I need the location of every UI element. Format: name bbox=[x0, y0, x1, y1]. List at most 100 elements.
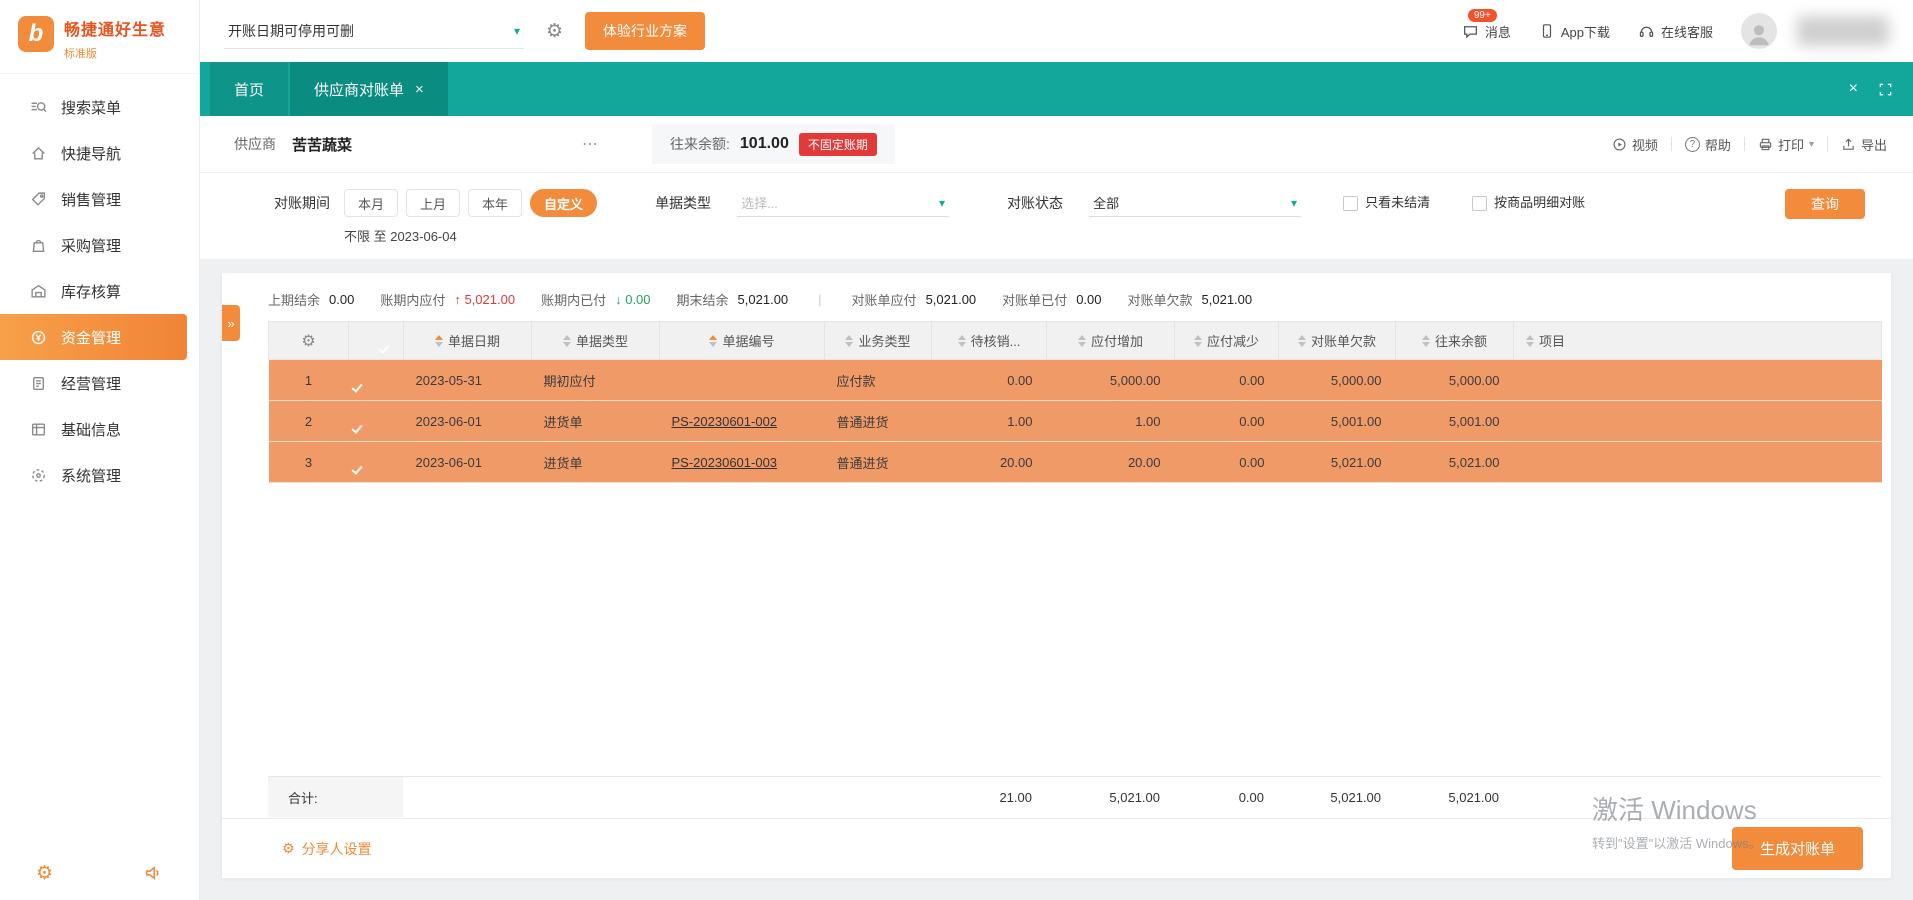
col-doc-type[interactable]: 单据类型 bbox=[531, 321, 660, 360]
coin-icon bbox=[30, 328, 48, 346]
period-this-month-button[interactable]: 本月 bbox=[344, 189, 399, 217]
close-icon[interactable]: × bbox=[1849, 80, 1858, 98]
column-settings-icon[interactable]: ⚙ bbox=[301, 333, 315, 350]
tab-home[interactable]: 首页 bbox=[210, 62, 289, 116]
app-download-label: App下载 bbox=[1560, 24, 1610, 40]
col-doc-date[interactable]: 单据日期 bbox=[403, 321, 532, 360]
experience-plan-button[interactable]: 体验行业方案 bbox=[585, 12, 706, 50]
sort-icon[interactable] bbox=[1526, 334, 1534, 347]
period-range-text[interactable]: 不限 至 2023-06-04 bbox=[344, 226, 597, 245]
settings-gear-icon[interactable]: ⚙ bbox=[36, 862, 53, 885]
col-decrease[interactable]: 应付减少 bbox=[1174, 321, 1279, 360]
close-tab-icon[interactable]: × bbox=[415, 81, 424, 98]
expand-panel-button[interactable]: » bbox=[222, 305, 240, 341]
col-owed[interactable]: 对账单欠款 bbox=[1278, 321, 1396, 360]
doc-number-link[interactable]: PS-20230601-003 bbox=[672, 455, 778, 470]
export-button[interactable]: 导出 bbox=[1841, 135, 1887, 154]
tab-supplier-statement-label: 供应商对账单 bbox=[314, 81, 405, 99]
search-button[interactable]: 查询 bbox=[1785, 189, 1865, 219]
tab-supplier-statement[interactable]: 供应商对账单 × bbox=[290, 62, 448, 116]
video-link[interactable]: 视频 bbox=[1612, 135, 1658, 154]
table-row[interactable]: 1 2023-05-31 期初应付 应付款 0.00 5,000.00 0.00… bbox=[268, 359, 1882, 401]
opening-balance-value: 0.00 bbox=[329, 292, 355, 307]
status-select[interactable]: 全部 ▾ bbox=[1089, 189, 1302, 217]
unsettled-label: 只看未结清 bbox=[1365, 195, 1431, 210]
generate-statement-button[interactable]: 生成对账单 bbox=[1731, 827, 1863, 870]
document-icon bbox=[30, 374, 48, 392]
sidebar-item-inventory[interactable]: 库存核算 bbox=[0, 268, 199, 314]
app-download-button[interactable]: App下载 bbox=[1539, 22, 1610, 41]
doc-type-select[interactable]: 选择... ▾ bbox=[737, 189, 950, 217]
table-header-row: ⚙ 单据日期 单据类型 单据编号 业务类型 待核销... 应付增加 应付减少 对… bbox=[268, 321, 1882, 360]
gear-icon: ⚙ bbox=[282, 840, 295, 856]
online-service-label: 在线客服 bbox=[1660, 24, 1713, 40]
supplier-name[interactable]: 苦苦蔬菜 bbox=[292, 134, 352, 155]
divider: | bbox=[818, 292, 822, 307]
sidebar-item-quick-nav[interactable]: 快捷导航 bbox=[0, 130, 199, 176]
person-icon bbox=[1749, 25, 1769, 46]
cell-biz-type: 普通进货 bbox=[824, 400, 932, 442]
sort-icon[interactable] bbox=[957, 334, 966, 347]
col-pending[interactable]: 待核销... bbox=[931, 321, 1047, 360]
chevron-down-icon: ▾ bbox=[513, 23, 520, 38]
doc-type-placeholder: 选择... bbox=[741, 196, 778, 211]
tab-home-label: 首页 bbox=[234, 81, 265, 99]
credit-period-badge: 不固定账期 bbox=[798, 132, 877, 156]
sort-icon[interactable] bbox=[845, 334, 854, 347]
headset-icon bbox=[1639, 26, 1654, 37]
share-settings-button[interactable]: ⚙ 分享人设置 bbox=[282, 839, 372, 859]
col-project[interactable]: 项目 bbox=[1513, 321, 1882, 360]
sort-icon[interactable] bbox=[562, 334, 571, 347]
cell-pending: 20.00 bbox=[931, 441, 1047, 483]
unsettled-checkbox[interactable]: 只看未结清 bbox=[1343, 189, 1430, 217]
messages-button[interactable]: 99+ 消息 bbox=[1462, 8, 1511, 41]
table-row[interactable]: 2 2023-06-01 进货单 PS-20230601-002 普通进货 1.… bbox=[268, 400, 1882, 442]
account-period-select[interactable]: 开账日期可停用可删 ▾ bbox=[224, 14, 524, 49]
more-options-icon[interactable]: ⋯ bbox=[582, 134, 600, 154]
online-service-button[interactable]: 在线客服 bbox=[1638, 22, 1713, 41]
fullscreen-icon[interactable] bbox=[1878, 82, 1893, 97]
sidebar-item-sales[interactable]: 销售管理 bbox=[0, 176, 199, 222]
sidebar-item-label: 库存核算 bbox=[61, 283, 122, 301]
period-last-month-button[interactable]: 上月 bbox=[406, 189, 461, 217]
app-window: b 畅捷通好生意 标准版 搜索菜单 快捷导航 销售管理 采购管理 库存核算 资金… bbox=[0, 0, 1913, 900]
gear-icon[interactable]: ⚙ bbox=[546, 20, 563, 43]
col-biz-type[interactable]: 业务类型 bbox=[824, 321, 932, 360]
table-row[interactable]: 3 2023-06-01 进货单 PS-20230601-003 普通进货 20… bbox=[268, 441, 1882, 483]
sort-icon[interactable] bbox=[709, 334, 718, 347]
sidebar-item-operations[interactable]: 经营管理 bbox=[0, 360, 199, 406]
totals-decrease: 0.00 bbox=[1174, 776, 1278, 818]
sidebar-item-purchasing[interactable]: 采购管理 bbox=[0, 222, 199, 268]
status-value: 全部 bbox=[1093, 196, 1120, 211]
cell-doc-type: 进货单 bbox=[531, 441, 660, 483]
print-button[interactable]: 打印 ▾ bbox=[1758, 135, 1814, 154]
share-settings-label: 分享人设置 bbox=[301, 840, 372, 857]
statement-card: » 上期结余 0.00 账期内应付 ↑ 5,021.00 账期内已付 ↓ 0.00 期… bbox=[222, 273, 1891, 878]
doc-number-link[interactable]: PS-20230601-002 bbox=[672, 414, 778, 429]
avatar[interactable] bbox=[1741, 13, 1777, 49]
sort-icon[interactable] bbox=[1193, 334, 1202, 347]
export-icon bbox=[1843, 138, 1854, 150]
by-product-checkbox[interactable]: 按商品明细对账 bbox=[1472, 189, 1585, 217]
sidebar-item-funds[interactable]: 资金管理 bbox=[0, 314, 187, 360]
supplier-row: 供应商 苦苦蔬菜 ⋯ 往来余额: 101.00 不固定账期 视频 ? 帮助 打印… bbox=[200, 116, 1913, 172]
divider bbox=[1743, 137, 1745, 151]
period-custom-button[interactable]: 自定义 bbox=[530, 189, 598, 217]
col-balance[interactable]: 往来余额 bbox=[1395, 321, 1514, 360]
col-doc-no[interactable]: 单据编号 bbox=[659, 321, 825, 360]
col-increase[interactable]: 应付增加 bbox=[1046, 321, 1175, 360]
sidebar-item-search-menu[interactable]: 搜索菜单 bbox=[0, 84, 199, 130]
sidebar-item-system[interactable]: 系统管理 bbox=[0, 452, 199, 498]
collapse-sidebar-icon[interactable] bbox=[143, 863, 163, 883]
help-link[interactable]: ? 帮助 bbox=[1684, 135, 1731, 154]
cell-doc-type: 进货单 bbox=[531, 400, 660, 442]
sort-icon[interactable] bbox=[1077, 334, 1086, 347]
sidebar-item-base-info[interactable]: 基础信息 bbox=[0, 406, 199, 452]
sort-icon[interactable] bbox=[434, 334, 443, 347]
closing-balance-label: 期末结余 bbox=[676, 293, 729, 308]
cell-project bbox=[1513, 359, 1882, 401]
chevron-down-icon: ▾ bbox=[939, 195, 946, 210]
period-this-year-button[interactable]: 本年 bbox=[468, 189, 523, 217]
sort-icon[interactable] bbox=[1297, 334, 1306, 347]
sort-icon[interactable] bbox=[1421, 334, 1430, 347]
